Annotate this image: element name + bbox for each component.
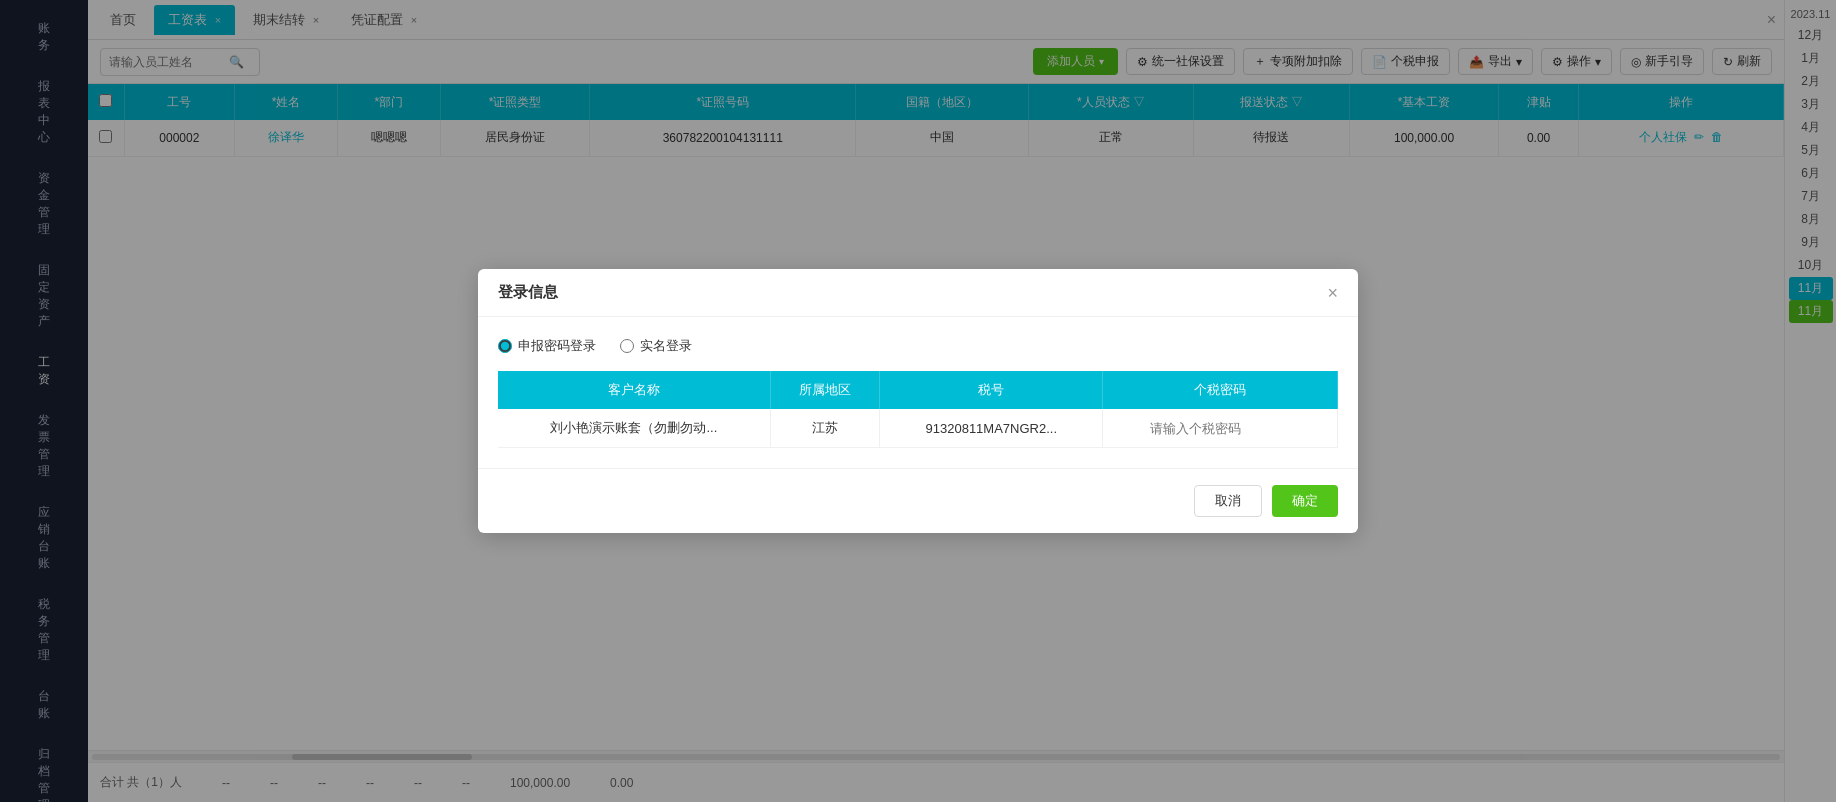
dialog-table-row: 刘小艳演示账套（勿删勿动... 江苏 91320811MA7NGR2...	[498, 409, 1338, 448]
cancel-button[interactable]: 取消	[1194, 485, 1262, 517]
dialog-header: 登录信息 ×	[478, 269, 1358, 317]
login-dialog: 登录信息 × 申报密码登录 实名登录 客户名称 所属地区	[478, 269, 1358, 533]
radio-realname-login[interactable]: 实名登录	[620, 337, 692, 355]
tax-pwd-input[interactable]	[1150, 421, 1290, 436]
dialog-close-button[interactable]: ×	[1327, 284, 1338, 302]
region-cell: 江苏	[770, 409, 880, 448]
dialog-col-tax-pwd: 个税密码	[1103, 371, 1338, 409]
confirm-button[interactable]: 确定	[1272, 485, 1338, 517]
client-table: 客户名称 所属地区 税号 个税密码 刘小艳演示账套（勿删勿动... 江苏 913…	[498, 371, 1338, 448]
dialog-overlay: 登录信息 × 申报密码登录 实名登录 客户名称 所属地区	[0, 0, 1836, 802]
dialog-col-client-name: 客户名称	[498, 371, 770, 409]
dialog-body: 申报密码登录 实名登录 客户名称 所属地区 税号 个税密码	[478, 317, 1358, 468]
dialog-col-tax-no: 税号	[880, 371, 1103, 409]
radio-password-input[interactable]	[498, 339, 512, 353]
radio-realname-input[interactable]	[620, 339, 634, 353]
dialog-title: 登录信息	[498, 283, 558, 302]
tax-no-cell: 91320811MA7NGR2...	[880, 409, 1103, 448]
tax-pwd-cell[interactable]	[1103, 409, 1338, 448]
radio-password-login[interactable]: 申报密码登录	[498, 337, 596, 355]
dialog-footer: 取消 确定	[478, 468, 1358, 533]
dialog-col-region: 所属地区	[770, 371, 880, 409]
client-name-cell: 刘小艳演示账套（勿删勿动...	[498, 409, 770, 448]
login-type-radio-group: 申报密码登录 实名登录	[498, 337, 1338, 355]
